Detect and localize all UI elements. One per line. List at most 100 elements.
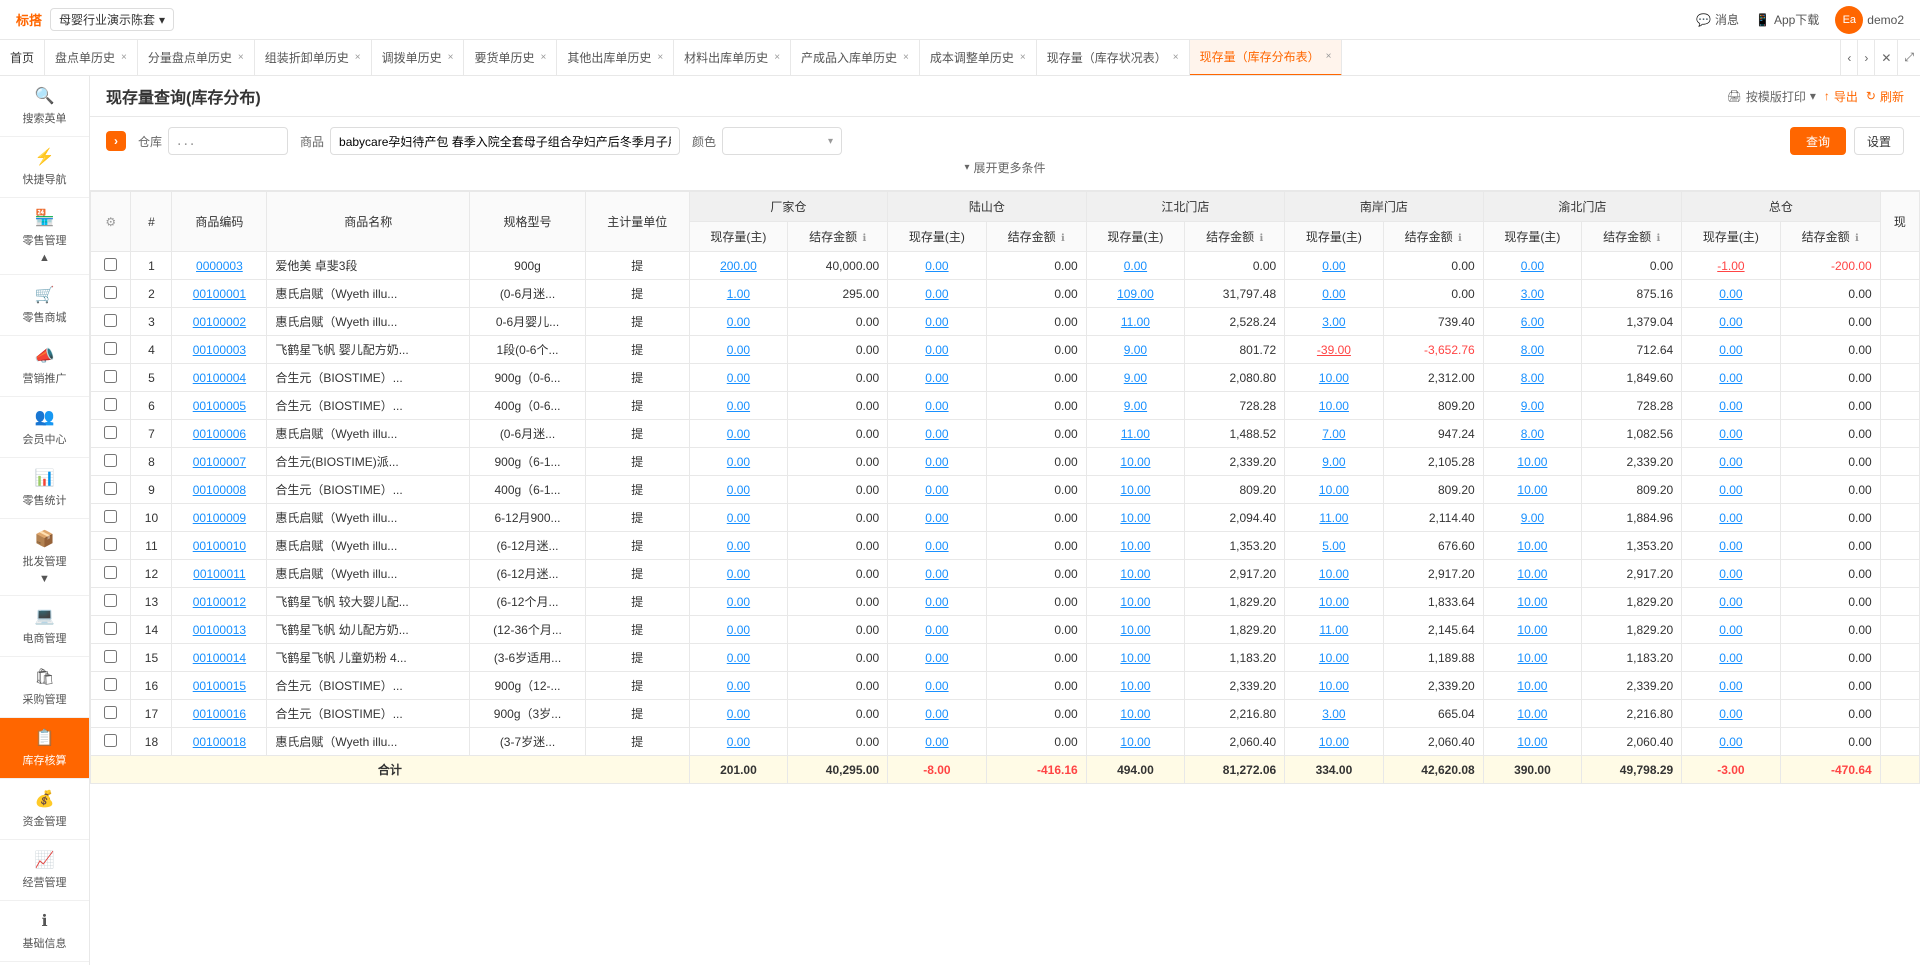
- cell-checkbox[interactable]: [91, 280, 131, 308]
- cell-spec: (0-6月迷...: [470, 420, 586, 448]
- tab-close-all[interactable]: ✕: [1874, 40, 1897, 76]
- tab-assemble[interactable]: 组装折卸单历史 ×: [255, 40, 372, 76]
- search-btn[interactable]: 查询: [1790, 127, 1846, 155]
- cell-checkbox[interactable]: [91, 672, 131, 700]
- color-input[interactable]: [722, 127, 842, 155]
- org-select[interactable]: 母婴行业演示陈套 ▾: [50, 8, 174, 31]
- sidebar-item-quick-nav[interactable]: ⚡ 快捷导航: [0, 137, 89, 198]
- tab-order[interactable]: 要货单历史 ×: [464, 40, 557, 76]
- refresh-btn[interactable]: ↻ 刷新: [1866, 88, 1904, 105]
- settings-filter-btn[interactable]: 设置: [1854, 127, 1904, 155]
- tab-nav-prev[interactable]: ‹: [1840, 40, 1857, 76]
- sidebar-item-purchase[interactable]: 🛍 采购管理: [0, 657, 89, 718]
- tab-stock-status[interactable]: 现存量（库存状况表） ×: [1037, 40, 1190, 76]
- cell-checkbox[interactable]: [91, 728, 131, 756]
- close-assemble-icon[interactable]: ×: [355, 52, 361, 63]
- cell-yubei-balance: 1,849.60: [1582, 364, 1682, 392]
- total-balance-info-icon[interactable]: ℹ: [1855, 233, 1859, 244]
- close-stock-record2-icon[interactable]: ×: [238, 52, 244, 63]
- sidebar-item-retail-stats[interactable]: 📊 零售统计: [0, 458, 89, 519]
- factory-balance-info-icon[interactable]: ℹ: [862, 233, 866, 244]
- sidebar-item-search[interactable]: 🔍 搜索英单: [0, 76, 89, 137]
- sidebar-item-base-info[interactable]: ℹ 基础信息: [0, 901, 89, 962]
- print-btn[interactable]: 🖨 按模版打印 ▾: [1727, 88, 1816, 105]
- app-download-btn[interactable]: 📱 App下载: [1755, 11, 1819, 28]
- cell-nanao-balance: 2,312.00: [1383, 364, 1483, 392]
- tab-stock-dist[interactable]: 现存量（库存分布表） ×: [1190, 40, 1343, 76]
- tab-home-label: 首页: [10, 49, 34, 66]
- tab-expand[interactable]: ⤢: [1897, 40, 1920, 76]
- cell-jiangbei-stock: 0.00: [1086, 252, 1184, 280]
- cell-checkbox[interactable]: [91, 616, 131, 644]
- tab-cost-adjust[interactable]: 成本调整单历史 ×: [920, 40, 1037, 76]
- cell-checkbox[interactable]: [91, 420, 131, 448]
- cell-checkbox[interactable]: [91, 588, 131, 616]
- cell-extra: [1880, 504, 1919, 532]
- nanao-balance-info-icon[interactable]: ℹ: [1458, 233, 1462, 244]
- user-area[interactable]: Ea demo2: [1835, 6, 1904, 34]
- wholesale-arrow-icon: ▼: [39, 573, 50, 585]
- topbar-right: 💬 消息 📱 App下载 Ea demo2: [1696, 6, 1904, 34]
- tab-product-in[interactable]: 产成品入库单历史 ×: [791, 40, 920, 76]
- sidebar-item-retail-mgmt[interactable]: 🏪 零售管理 ▲: [0, 198, 89, 275]
- close-product-in-icon[interactable]: ×: [903, 52, 909, 63]
- sidebar-item-ecommerce[interactable]: 💻 电商管理: [0, 596, 89, 657]
- sidebar-item-operation[interactable]: 📈 经营管理: [0, 840, 89, 901]
- close-material-out-icon[interactable]: ×: [774, 52, 780, 63]
- settings-icon[interactable]: ⚙: [105, 215, 116, 229]
- tab-nav-next[interactable]: ›: [1857, 40, 1874, 76]
- jiangbei-balance-info-icon[interactable]: ℹ: [1259, 233, 1263, 244]
- cell-checkbox[interactable]: [91, 476, 131, 504]
- sidebar-item-wholesale[interactable]: 📦 批发管理 ▼: [0, 519, 89, 596]
- cell-checkbox[interactable]: [91, 392, 131, 420]
- sidebar-item-finance[interactable]: 💰 资金管理: [0, 779, 89, 840]
- cell-checkbox[interactable]: [91, 504, 131, 532]
- tab-other-out[interactable]: 其他出库单历史 ×: [557, 40, 674, 76]
- cell-checkbox[interactable]: [91, 644, 131, 672]
- cell-checkbox[interactable]: [91, 364, 131, 392]
- cell-yubei-balance: 0.00: [1582, 252, 1682, 280]
- warehouse-filter: 仓库: [138, 127, 288, 155]
- sidebar-item-marketing[interactable]: 📣 营销推广: [0, 336, 89, 397]
- tab-transfer[interactable]: 调拨单历史 ×: [372, 40, 465, 76]
- cell-checkbox[interactable]: [91, 308, 131, 336]
- tab-stock-record2[interactable]: 分量盘点单历史 ×: [138, 40, 255, 76]
- cell-spec: (3-7岁迷...: [470, 728, 586, 756]
- sidebar-item-inventory[interactable]: 📋 库存核算: [0, 718, 89, 779]
- sidebar-item-retail-store[interactable]: 🛒 零售商城: [0, 275, 89, 336]
- messages-btn[interactable]: 💬 消息: [1696, 11, 1739, 28]
- close-stock-status-icon[interactable]: ×: [1173, 52, 1179, 63]
- collapse-filter-btn[interactable]: ›: [106, 131, 126, 151]
- cell-nanao-balance: 665.04: [1383, 700, 1483, 728]
- product-input[interactable]: [330, 127, 680, 155]
- table-container: ⚙ # 商品编码 商品名称 规格型号 主计量单位 厂家仓 陆山仓 江北门店 南岸…: [90, 191, 1920, 965]
- refresh-label: 刷新: [1880, 88, 1904, 105]
- tab-material-out[interactable]: 材料出库单历史 ×: [674, 40, 791, 76]
- sidebar-item-member[interactable]: 👥 会员中心: [0, 397, 89, 458]
- yubei-balance-info-icon[interactable]: ℹ: [1656, 233, 1660, 244]
- expand-more-btn[interactable]: ▾ 展开更多条件: [106, 155, 1904, 180]
- cell-factory-balance: 0.00: [788, 476, 888, 504]
- cell-checkbox[interactable]: [91, 532, 131, 560]
- close-order-icon[interactable]: ×: [540, 52, 546, 63]
- tab-stock-record[interactable]: 盘点单历史 ×: [45, 40, 138, 76]
- close-stock-dist-icon[interactable]: ×: [1326, 51, 1332, 62]
- tab-order-label: 要货单历史: [474, 49, 534, 66]
- close-other-out-icon[interactable]: ×: [657, 52, 663, 63]
- close-stock-record-icon[interactable]: ×: [121, 52, 127, 63]
- cell-checkbox[interactable]: [91, 560, 131, 588]
- tab-home[interactable]: 首页: [0, 40, 45, 76]
- close-transfer-icon[interactable]: ×: [448, 52, 454, 63]
- export-btn[interactable]: ↑ 导出: [1824, 88, 1858, 105]
- cell-checkbox[interactable]: [91, 448, 131, 476]
- cell-name: 合生元（BIOSTIME）...: [267, 476, 470, 504]
- filter-actions: 查询 设置: [1790, 127, 1904, 155]
- close-cost-adjust-icon[interactable]: ×: [1020, 52, 1026, 63]
- cell-checkbox[interactable]: [91, 700, 131, 728]
- cell-checkbox[interactable]: [91, 336, 131, 364]
- cell-checkbox[interactable]: [91, 252, 131, 280]
- cell-idx: 7: [131, 420, 172, 448]
- lushan-balance-info-icon[interactable]: ℹ: [1061, 233, 1065, 244]
- warehouse-input[interactable]: [168, 127, 288, 155]
- th-settings[interactable]: ⚙: [91, 192, 131, 252]
